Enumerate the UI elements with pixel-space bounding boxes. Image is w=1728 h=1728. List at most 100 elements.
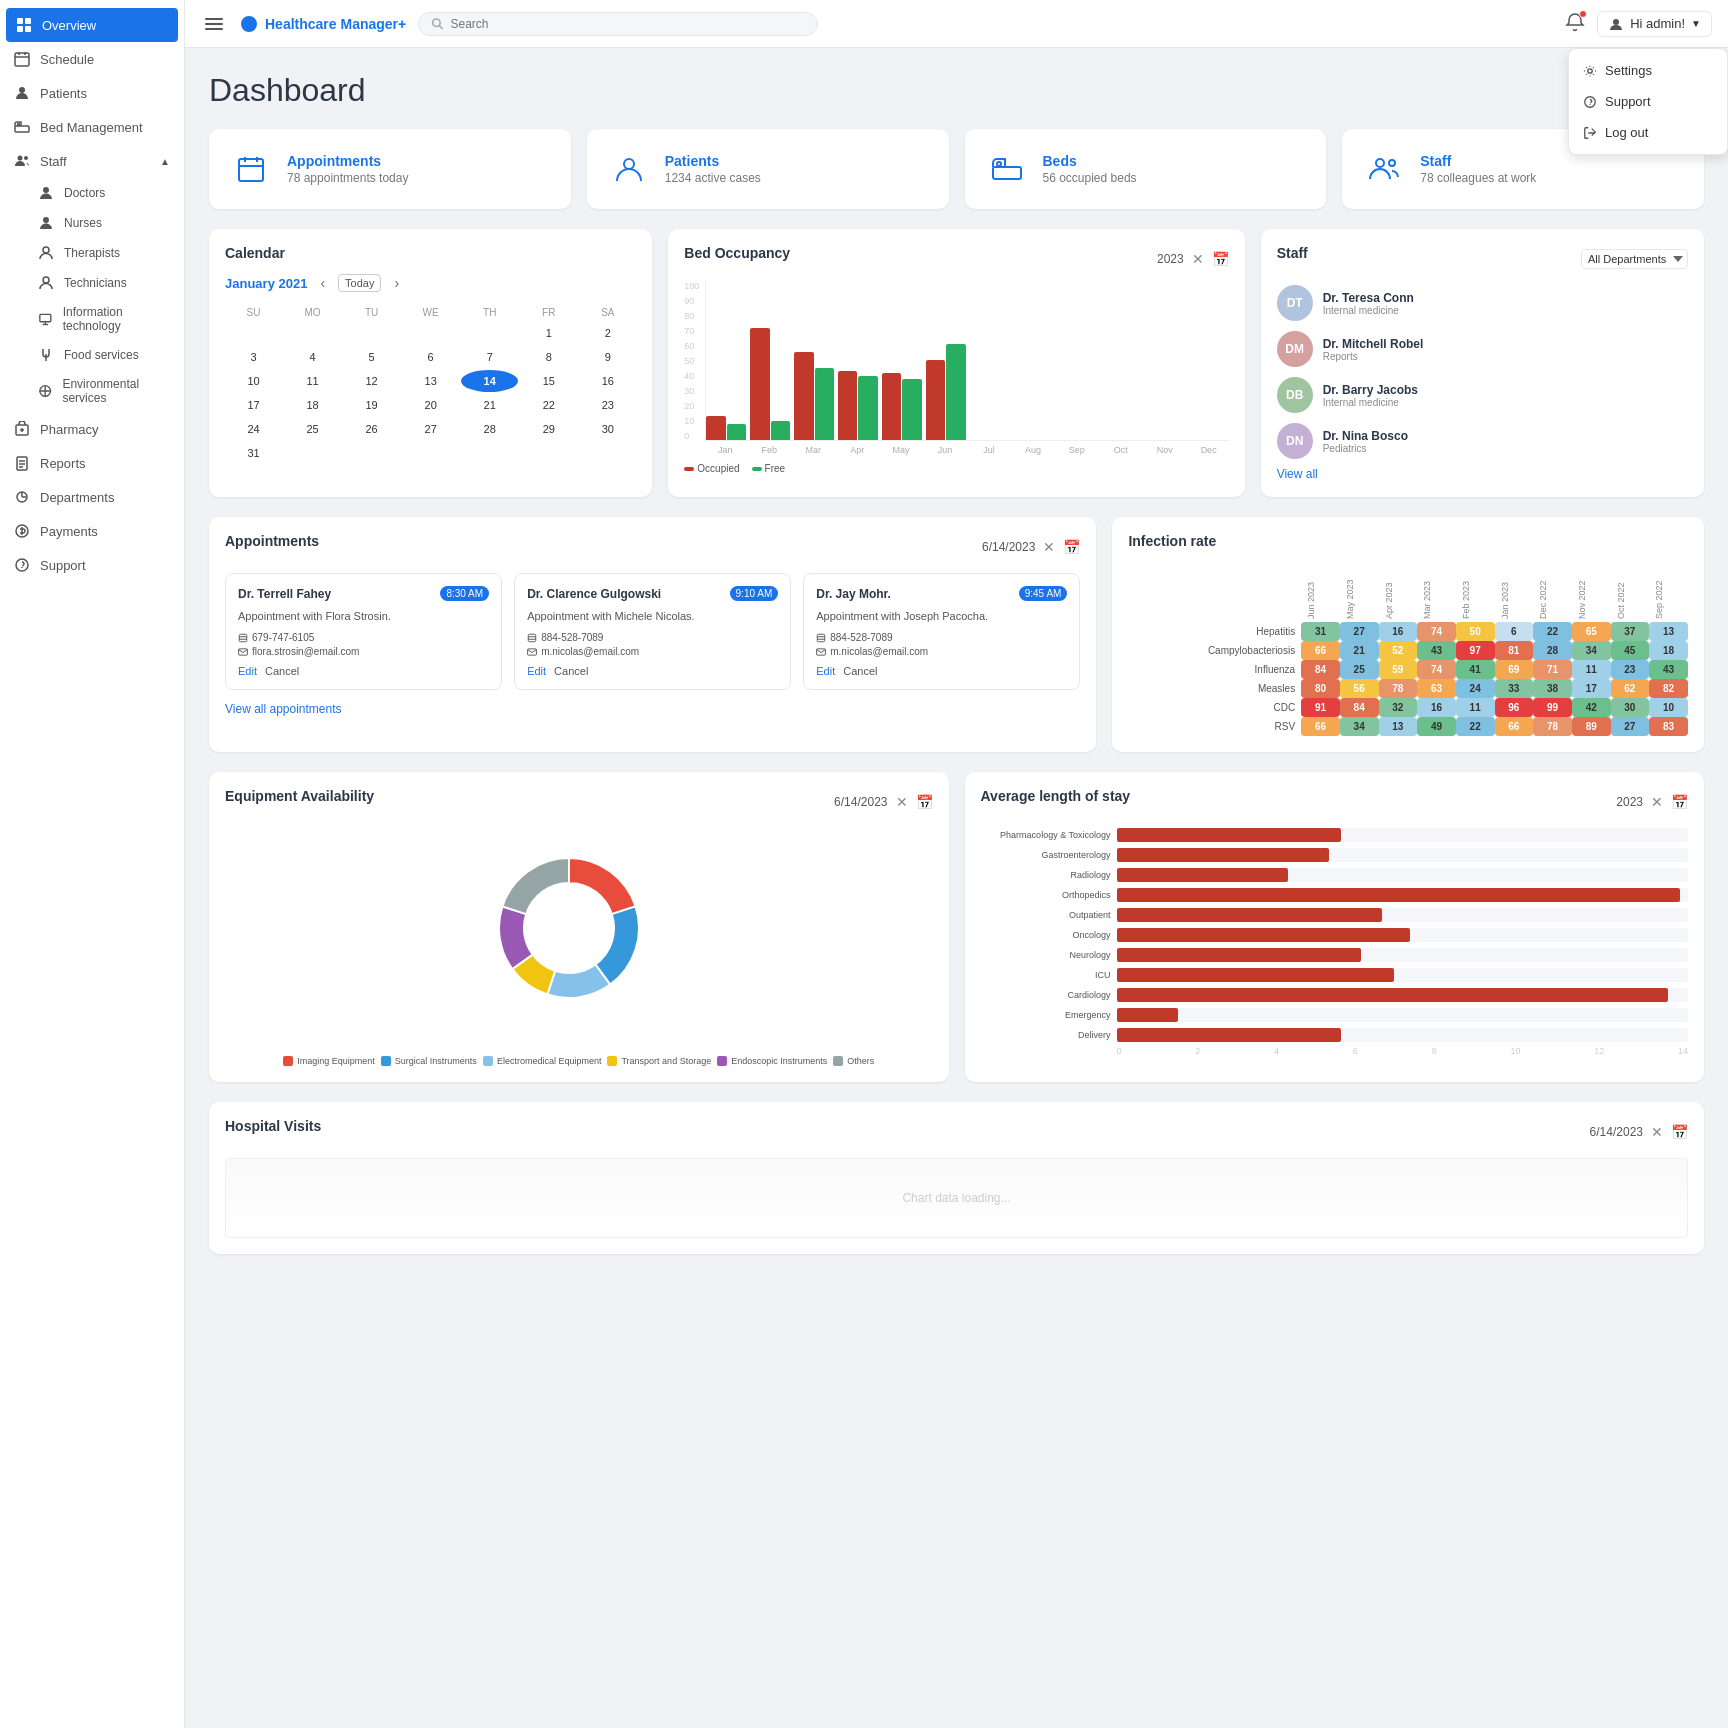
appointments-card[interactable]: Appointments 78 appointments today [209,129,571,209]
cal-day[interactable]: 20 [402,394,459,416]
dropdown-support[interactable]: Support [1569,86,1727,117]
appt-cancel-btn[interactable]: Cancel [265,665,299,677]
cal-day[interactable]: 23 [579,394,636,416]
staff-item[interactable]: DT Dr. Teresa Conn Internal medicine [1277,285,1688,321]
legend-label: Electromedical Equipment [497,1056,602,1066]
cal-day[interactable]: 1 [520,322,577,344]
cal-day[interactable]: 25 [284,418,341,440]
cal-day[interactable]: 8 [520,346,577,368]
chevron-down-icon: ▼ [1691,18,1701,29]
equipment-close[interactable]: ✕ [896,794,908,810]
bed-occupancy-close[interactable]: ✕ [1192,251,1204,267]
appointment-card: Dr. Jay Mohr. 9:45 AM Appointment with J… [803,573,1080,690]
search-input[interactable] [451,17,806,31]
appt-cancel-btn[interactable]: Cancel [554,665,588,677]
cal-day[interactable]: 5 [343,346,400,368]
cal-day[interactable]: 7 [461,346,518,368]
appt-edit-btn[interactable]: Edit [238,665,257,677]
beds-card[interactable]: Beds 56 occupied beds [965,129,1327,209]
page-title: Dashboard [209,72,1704,109]
hospital-visits-calendar[interactable]: 📅 [1671,1124,1688,1140]
cal-day[interactable]: 4 [284,346,341,368]
sidebar-item-overview[interactable]: Overview [6,8,178,42]
sidebar-item-support[interactable]: Support [0,548,184,582]
hamburger-menu[interactable] [201,14,227,34]
appt-close[interactable]: ✕ [1043,539,1055,555]
cal-day[interactable]: 22 [520,394,577,416]
bar-group [706,416,746,440]
cal-day[interactable]: 18 [284,394,341,416]
cal-day[interactable]: 3 [225,346,282,368]
cal-day[interactable]: 28 [461,418,518,440]
cal-today[interactable]: Today [338,274,381,292]
cal-day[interactable]: 26 [343,418,400,440]
view-all-appointments[interactable]: View all appointments [225,702,1080,716]
avg-stay-close[interactable]: ✕ [1651,794,1663,810]
cal-day[interactable]: 29 [520,418,577,440]
cal-day[interactable]: 11 [284,370,341,392]
staff-view-all[interactable]: View all [1277,467,1688,481]
search-bar[interactable] [418,12,818,36]
equipment-calendar[interactable]: 📅 [916,794,933,810]
staff-icon [14,153,30,169]
sidebar-item-nurses[interactable]: Nurses [28,208,184,238]
sidebar-item-schedule[interactable]: Schedule [0,42,184,76]
appt-calendar[interactable]: 📅 [1063,539,1080,555]
patients-card[interactable]: Patients 1234 active cases [587,129,949,209]
dropdown-logout[interactable]: Log out [1569,117,1727,148]
sidebar-item-reports[interactable]: Reports [0,446,184,480]
appt-edit-btn[interactable]: Edit [527,665,546,677]
avg-stay-title: Average length of stay [981,788,1131,804]
staff-item[interactable]: DB Dr. Barry Jacobs Internal medicine [1277,377,1688,413]
cal-day[interactable]: 12 [343,370,400,392]
cal-day[interactable]: 31 [225,442,282,464]
sidebar-item-env[interactable]: Environmental services [28,370,184,412]
dropdown-settings[interactable]: Settings [1569,55,1727,86]
cal-day[interactable]: 21 [461,394,518,416]
cal-day[interactable]: 19 [343,394,400,416]
cal-day[interactable]: 2 [579,322,636,344]
appt-edit-btn[interactable]: Edit [816,665,835,677]
cal-day[interactable]: 30 [579,418,636,440]
user-menu[interactable]: Hi admin! ▼ [1597,11,1712,37]
notifications-bell[interactable] [1565,12,1585,35]
sidebar-item-food[interactable]: Food services [28,340,184,370]
appt-cancel-btn[interactable]: Cancel [843,665,877,677]
cal-day[interactable]: 9 [579,346,636,368]
cal-day[interactable]: 13 [402,370,459,392]
staff-item[interactable]: DM Dr. Mitchell Robel Reports [1277,331,1688,367]
cal-day[interactable]: 14 [461,370,518,392]
cal-next[interactable]: › [389,273,404,293]
sidebar-item-bed-management[interactable]: Bed Management [0,110,184,144]
cal-day[interactable]: 6 [402,346,459,368]
sidebar-item-pharmacy[interactable]: Pharmacy [0,412,184,446]
appt-time-badge: 9:10 AM [730,586,779,601]
staff-item[interactable]: DN Dr. Nina Bosco Pediatrics [1277,423,1688,459]
sidebar-item-therapists[interactable]: Therapists [28,238,184,268]
cal-day[interactable]: 27 [402,418,459,440]
cal-day[interactable]: 15 [520,370,577,392]
sidebar-item-departments[interactable]: Departments [0,480,184,514]
cal-day[interactable]: 24 [225,418,282,440]
summary-cards: Appointments 78 appointments today Patie… [209,129,1704,209]
sidebar-item-it[interactable]: Information technology [28,298,184,340]
cal-prev[interactable]: ‹ [315,273,330,293]
bed-occupancy-calendar[interactable]: 📅 [1212,251,1229,267]
bar-group [926,344,966,440]
infection-cell: 89 [1572,717,1611,736]
legend-label: Surgical Instruments [395,1056,477,1066]
appointments-panel: Appointments 6/14/2023 ✕ 📅 Dr. Terrell F… [209,517,1096,752]
sidebar-item-patients[interactable]: Patients [0,76,184,110]
cal-day[interactable]: 17 [225,394,282,416]
hospital-visits-close[interactable]: ✕ [1651,1124,1663,1140]
avg-stay-calendar[interactable]: 📅 [1671,794,1688,810]
sidebar-item-doctors[interactable]: Doctors [28,178,184,208]
cal-day[interactable]: 10 [225,370,282,392]
user-dropdown: Settings Support Log out [1568,48,1728,155]
infection-cell: 34 [1572,641,1611,660]
sidebar-item-payments[interactable]: Payments [0,514,184,548]
dept-filter[interactable]: All Departments [1581,249,1688,269]
cal-day[interactable]: 16 [579,370,636,392]
sidebar-item-technicians[interactable]: Technicians [28,268,184,298]
sidebar-item-staff[interactable]: Staff ▲ [0,144,184,178]
